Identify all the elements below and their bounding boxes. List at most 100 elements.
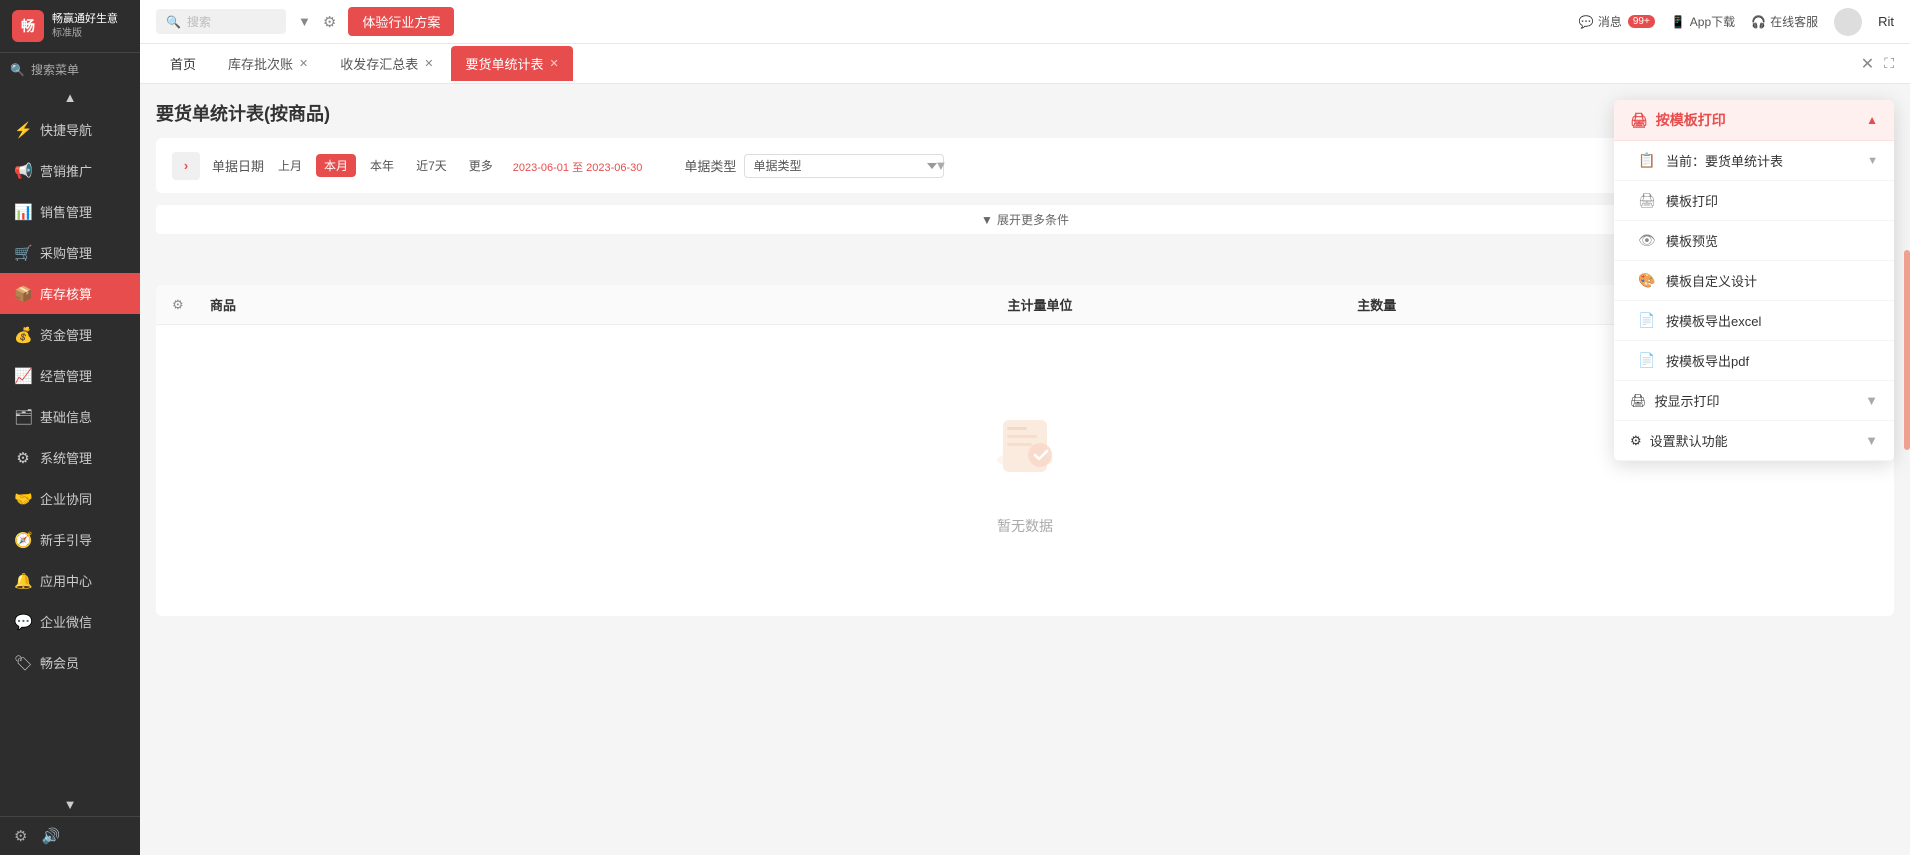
messages-badge: 99+ bbox=[1628, 15, 1655, 28]
date-label: 单据日期 bbox=[212, 156, 264, 175]
default-func-chevron: ▼ bbox=[1865, 433, 1878, 448]
service-icon: 🎧 bbox=[1751, 15, 1766, 29]
filter-expand-btn[interactable]: › bbox=[172, 152, 200, 180]
sidebar-item-quick-nav[interactable]: ⚡ 快捷导航 bbox=[0, 109, 140, 150]
tab-home[interactable]: 首页 bbox=[156, 46, 210, 81]
sidebar-item-sales[interactable]: 📊 销售管理 bbox=[0, 191, 140, 232]
dropdown-menu: 🖨 按模板打印 ▲ 📋 当前：要货单统计表 ▼ 🖨 模板打印 👁 模板预览 🎨 bbox=[1614, 100, 1894, 461]
col-product-header: 商品 bbox=[210, 295, 868, 314]
tabs-bar: 首页 库存批次账 ✕ 收发存汇总表 ✕ 要货单统计表 ✕ ✕ ⛶ bbox=[140, 44, 1910, 84]
template-design-icon: 🎨 bbox=[1638, 272, 1658, 289]
display-print-chevron: ▼ bbox=[1865, 393, 1878, 408]
topbar-search[interactable]: 🔍 搜索 bbox=[156, 9, 286, 34]
dropdown-close-chevron[interactable]: ▲ bbox=[1866, 113, 1878, 127]
trial-button[interactable]: 体验行业方案 bbox=[348, 7, 454, 36]
date-btn-this-month[interactable]: 本月 bbox=[316, 154, 356, 177]
app-download-item[interactable]: 📱 App下载 bbox=[1671, 13, 1735, 30]
dropdown-print-icon: 🖨 bbox=[1630, 112, 1648, 129]
topbar-right: 💬 消息 99+ 📱 App下载 🎧 在线客服 Rit bbox=[1579, 8, 1894, 36]
tab-panel-close[interactable]: ✕ bbox=[1861, 54, 1874, 74]
sidebar-nav: ⚡ 快捷导航 📢 营销推广 📊 销售管理 🛒 采购管理 📦 库存核算 💰 资金管… bbox=[0, 109, 140, 793]
tab-actions-right: ✕ ⛶ bbox=[1861, 54, 1894, 74]
sidebar-item-member[interactable]: 🏷 畅会员 bbox=[0, 642, 140, 683]
date-btn-7days[interactable]: 近7天 bbox=[408, 154, 455, 177]
nav-icon-enterprise: 🤝 bbox=[14, 490, 32, 508]
online-service-item[interactable]: 🎧 在线客服 bbox=[1751, 13, 1818, 30]
dropdown-header[interactable]: 🖨 按模板打印 ▲ bbox=[1614, 100, 1894, 141]
expand-icon: › bbox=[184, 158, 188, 173]
nav-icon-guide: 🧭 bbox=[14, 531, 32, 549]
right-scrollbar[interactable] bbox=[1904, 250, 1910, 450]
dropdown-export-pdf[interactable]: 📄 按模板导出pdf bbox=[1614, 341, 1894, 381]
sidebar-bottom: ⚙ 🔊 bbox=[0, 816, 140, 855]
main-area: 🔍 搜索 ▼ ⚙ 体验行业方案 💬 消息 99+ 📱 App下载 🎧 在线客服 … bbox=[140, 0, 1910, 855]
sidebar: 畅 畅赢通好生意 标准版 🔍 搜索菜单 ▲ ⚡ 快捷导航 📢 营销推广 📊 销售… bbox=[0, 0, 140, 855]
dropdown-default-func[interactable]: ⚙ 设置默认功能 ▼ bbox=[1614, 421, 1894, 461]
sidebar-item-apps[interactable]: 🔔 应用中心 bbox=[0, 560, 140, 601]
template-preview-icon: 👁 bbox=[1638, 232, 1658, 249]
type-label: 单据类型 bbox=[684, 156, 736, 175]
nav-icon-marketing: 📢 bbox=[14, 162, 32, 180]
tab-order-stats-close[interactable]: ✕ bbox=[550, 57, 559, 70]
date-btn-more[interactable]: 更多 bbox=[461, 154, 501, 177]
settings-icon[interactable]: ⚙ bbox=[14, 827, 27, 845]
app-icon: 📱 bbox=[1671, 15, 1686, 29]
col-unit-header: 主计量单位 bbox=[876, 295, 1205, 314]
export-pdf-icon: 📄 bbox=[1638, 352, 1658, 369]
tab-order-stats[interactable]: 要货单统计表 ✕ bbox=[451, 46, 572, 81]
sidebar-item-wechat[interactable]: 💬 企业微信 bbox=[0, 601, 140, 642]
dropdown-current-item[interactable]: 📋 当前：要货单统计表 ▼ bbox=[1614, 141, 1894, 181]
sidebar-search[interactable]: 🔍 搜索菜单 bbox=[0, 53, 140, 86]
sidebar-item-purchase[interactable]: 🛒 采购管理 bbox=[0, 232, 140, 273]
scroll-up-btn[interactable]: ▲ bbox=[0, 86, 140, 109]
sidebar-item-basic[interactable]: 🗂 基础信息 bbox=[0, 396, 140, 437]
current-template-chevron: ▼ bbox=[1867, 155, 1878, 167]
dropdown-template-print[interactable]: 🖨 模板打印 bbox=[1614, 181, 1894, 221]
sidebar-item-operation[interactable]: 📈 经营管理 bbox=[0, 355, 140, 396]
sidebar-logo: 畅 畅赢通好生意 标准版 bbox=[0, 0, 140, 53]
dropdown-export-excel[interactable]: 📄 按模板导出excel bbox=[1614, 301, 1894, 341]
scroll-down-btn[interactable]: ▼ bbox=[0, 793, 140, 816]
date-btn-this-year[interactable]: 本年 bbox=[362, 154, 402, 177]
template-print-icon: 🖨 bbox=[1638, 192, 1658, 209]
date-filter: 单据日期 上月 本月 本年 近7天 更多 2023-06-01 至 2023-0… bbox=[212, 154, 642, 177]
dropdown-display-print[interactable]: 🖨 按显示打印 ▼ bbox=[1614, 381, 1894, 421]
tab-panel-expand[interactable]: ⛶ bbox=[1884, 55, 1894, 72]
date-btn-last-month[interactable]: 上月 bbox=[270, 154, 310, 177]
topbar-settings-icon[interactable]: ⚙ bbox=[323, 13, 336, 31]
sidebar-item-system[interactable]: ⚙ 系统管理 bbox=[0, 437, 140, 478]
sidebar-item-marketing[interactable]: 📢 营销推广 bbox=[0, 150, 140, 191]
nav-icon-purchase: 🛒 bbox=[14, 244, 32, 262]
tab-receipt-summary-close[interactable]: ✕ bbox=[424, 57, 433, 70]
type-select[interactable]: 单据类型 bbox=[744, 154, 944, 178]
avatar[interactable] bbox=[1834, 8, 1862, 36]
display-print-icon: 🖨 bbox=[1630, 393, 1647, 409]
user-name: Rit bbox=[1878, 14, 1894, 29]
date-range: 2023-06-01 至 2023-06-30 bbox=[513, 159, 643, 175]
sidebar-item-enterprise[interactable]: 🤝 企业协同 bbox=[0, 478, 140, 519]
sidebar-item-guide[interactable]: 🧭 新手引导 bbox=[0, 519, 140, 560]
sidebar-item-finance[interactable]: 💰 资金管理 bbox=[0, 314, 140, 355]
col-settings-icon[interactable]: ⚙ bbox=[172, 297, 202, 313]
messages-icon: 💬 bbox=[1579, 15, 1594, 29]
nav-icon-system: ⚙ bbox=[14, 449, 32, 467]
dropdown-template-design[interactable]: 🎨 模板自定义设计 bbox=[1614, 261, 1894, 301]
topbar-search-icon: 🔍 bbox=[166, 15, 181, 29]
nav-icon-wechat: 💬 bbox=[14, 613, 32, 631]
nav-icon-basic: 🗂 bbox=[14, 408, 32, 426]
dropdown-template-preview[interactable]: 👁 模板预览 bbox=[1614, 221, 1894, 261]
sidebar-item-inventory[interactable]: 📦 库存核算 bbox=[0, 273, 140, 314]
default-func-icon: ⚙ bbox=[1630, 433, 1642, 449]
sound-icon[interactable]: 🔊 bbox=[41, 827, 60, 845]
tab-receipt-summary[interactable]: 收发存汇总表 ✕ bbox=[326, 46, 447, 81]
topbar-dropdown-icon[interactable]: ▼ bbox=[298, 14, 311, 29]
search-icon: 🔍 bbox=[10, 63, 25, 77]
nav-icon-member: 🏷 bbox=[14, 654, 32, 672]
type-filter: 单据类型 单据类型 ▼ bbox=[684, 154, 947, 178]
messages-item[interactable]: 💬 消息 99+ bbox=[1579, 13, 1655, 30]
content-area: 要货单统计表(按商品) › 单据日期 上月 本月 本年 近7天 更多 2023-… bbox=[140, 84, 1910, 855]
expand-more-icon: ▼ bbox=[981, 213, 993, 227]
tab-batch-account[interactable]: 库存批次账 ✕ bbox=[214, 46, 322, 81]
nav-icon-finance: 💰 bbox=[14, 326, 32, 344]
tab-batch-account-close[interactable]: ✕ bbox=[299, 57, 308, 70]
